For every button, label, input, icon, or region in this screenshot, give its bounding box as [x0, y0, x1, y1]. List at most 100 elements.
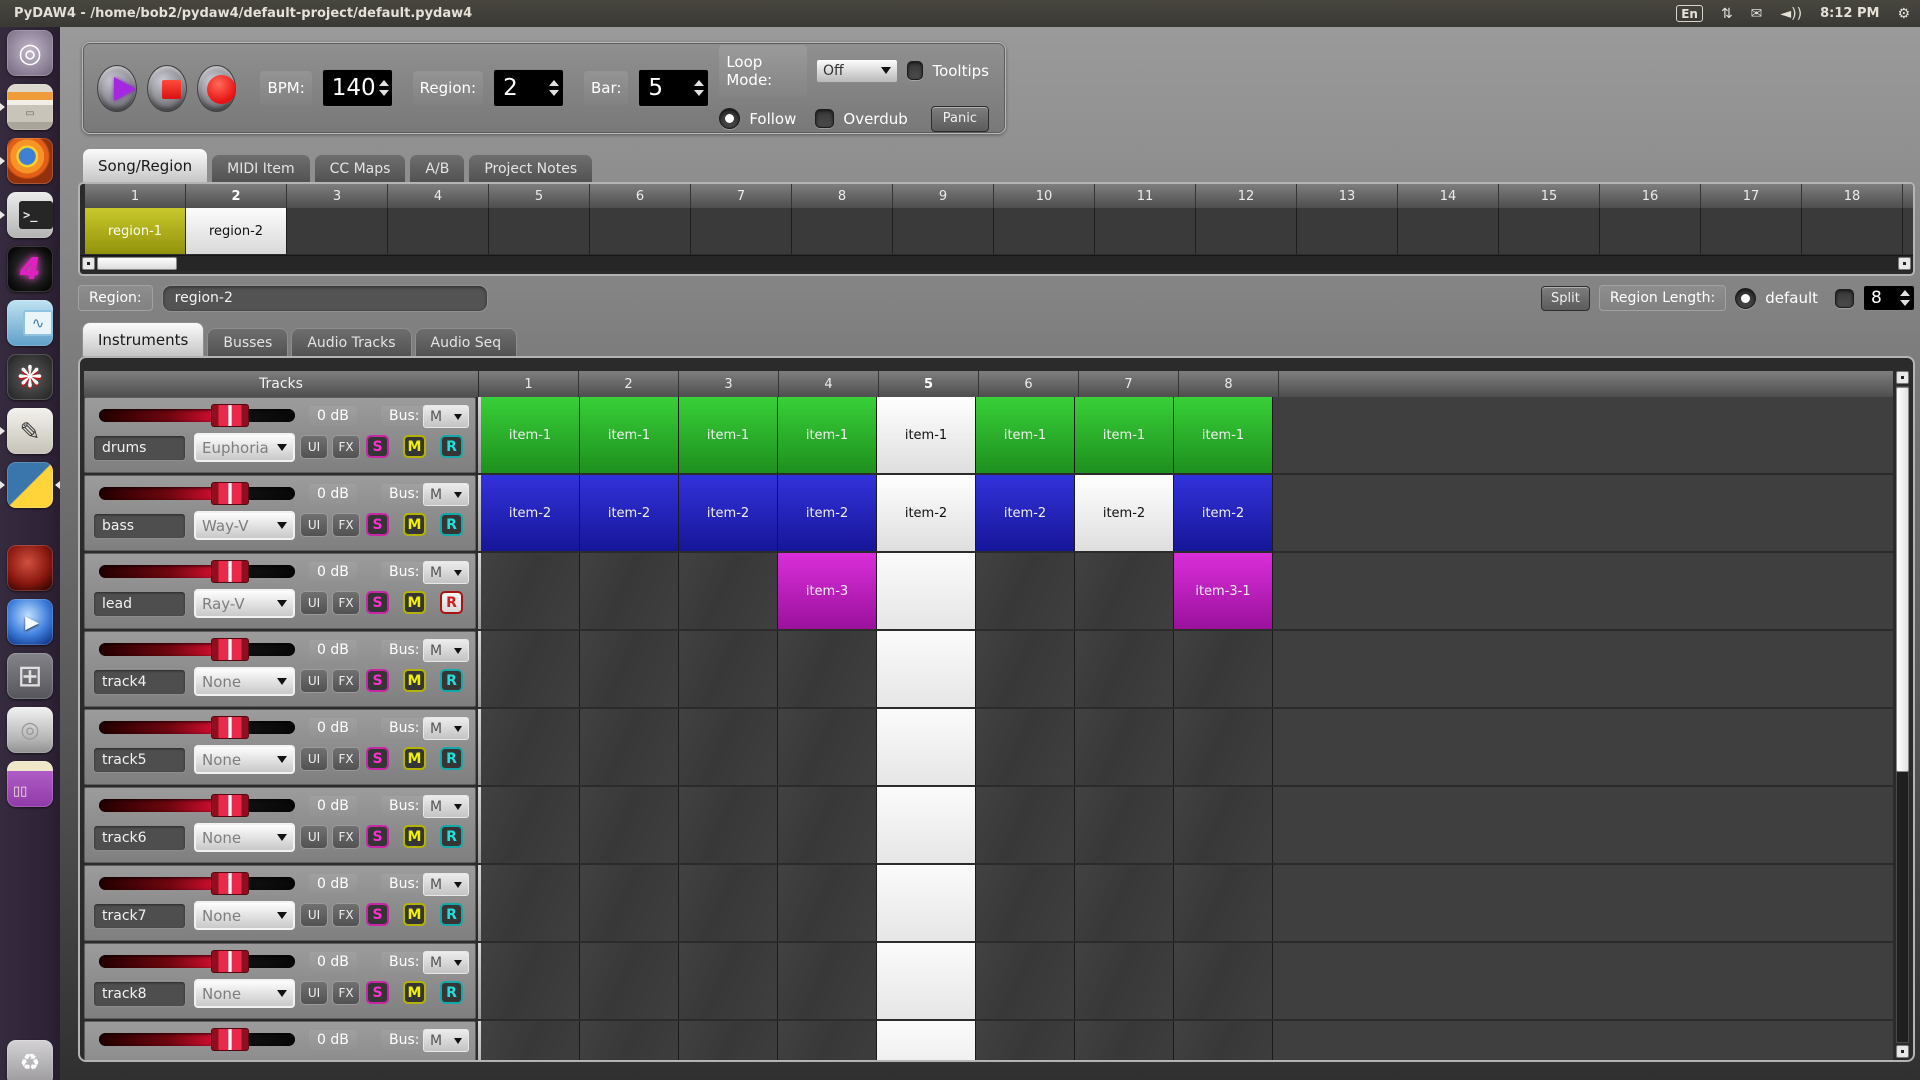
- timeline-empty-cell[interactable]: [287, 208, 388, 254]
- track-record-arm-button[interactable]: R: [440, 981, 463, 1004]
- timeline-empty-cell[interactable]: [1802, 208, 1903, 254]
- track-ui-button[interactable]: UI: [300, 669, 328, 693]
- grid-cell[interactable]: [976, 709, 1075, 785]
- grid-item-item-1[interactable]: item-1: [580, 397, 679, 473]
- launcher-icon-media-player[interactable]: ▶: [7, 599, 53, 645]
- track-ui-button[interactable]: UI: [300, 435, 328, 459]
- vscroll-thumb[interactable]: [1896, 387, 1909, 772]
- grid-cell[interactable]: [481, 553, 580, 629]
- grid-cell[interactable]: [976, 1021, 1075, 1060]
- launcher-icon-firefox[interactable]: [7, 138, 53, 184]
- grid-cell[interactable]: [877, 553, 976, 629]
- grid-cell[interactable]: [778, 631, 877, 707]
- track-mute-button[interactable]: M: [403, 435, 426, 458]
- slider-handle[interactable]: [211, 1028, 249, 1051]
- track-instrument-dropdown[interactable]: None: [194, 823, 295, 852]
- slider-handle[interactable]: [211, 404, 249, 427]
- tab-cc-maps[interactable]: CC Maps: [314, 154, 407, 182]
- timeline-empty-cell[interactable]: [1196, 208, 1297, 254]
- track-bus-dropdown[interactable]: M: [423, 561, 469, 584]
- slider-handle[interactable]: [211, 716, 249, 739]
- tab-project-notes[interactable]: Project Notes: [468, 154, 593, 182]
- grid-cell[interactable]: [778, 709, 877, 785]
- timeline-empty-cell[interactable]: [691, 208, 792, 254]
- track-solo-button[interactable]: S: [366, 903, 389, 926]
- track-bus-dropdown[interactable]: M: [423, 873, 469, 896]
- track-fx-button[interactable]: FX: [332, 903, 360, 927]
- track-fx-button[interactable]: FX: [332, 747, 360, 771]
- launcher-icon-audio-app[interactable]: [7, 545, 53, 591]
- grid-item-item-2[interactable]: item-2: [580, 475, 679, 551]
- track-name-field[interactable]: drums: [93, 435, 186, 461]
- keyboard-layout-indicator[interactable]: En: [1676, 5, 1703, 22]
- clock[interactable]: 8:12 PM: [1820, 6, 1879, 21]
- track-instrument-dropdown[interactable]: Ray-V: [194, 589, 295, 618]
- timeline-empty-cell[interactable]: [792, 208, 893, 254]
- track-volume-slider[interactable]: [99, 794, 295, 817]
- network-arrows-icon[interactable]: ⇅: [1721, 6, 1733, 22]
- track-volume-slider[interactable]: [99, 482, 295, 505]
- grid-cell[interactable]: [1075, 787, 1174, 863]
- track-ui-button[interactable]: UI: [300, 591, 328, 615]
- record-button[interactable]: [197, 65, 237, 112]
- grid-cell[interactable]: [481, 1021, 580, 1060]
- tab-audio-seq[interactable]: Audio Seq: [415, 328, 518, 356]
- launcher-icon-text-editor[interactable]: ✎: [7, 408, 53, 454]
- track-record-arm-button[interactable]: R: [440, 903, 463, 926]
- grid-cell[interactable]: [778, 1021, 877, 1060]
- grid-item-item-2[interactable]: item-2: [1174, 475, 1273, 551]
- grid-item-item-1[interactable]: item-1: [877, 397, 976, 473]
- track-bus-dropdown[interactable]: M: [423, 639, 469, 662]
- tab-a-b[interactable]: A/B: [409, 154, 465, 182]
- timeline-empty-cell[interactable]: [1600, 208, 1701, 254]
- grid-item-item-3-1[interactable]: item-3-1: [1174, 553, 1273, 629]
- tab-song-region[interactable]: Song/Region: [82, 148, 208, 182]
- track-solo-button[interactable]: S: [366, 591, 389, 614]
- grid-item-item-2[interactable]: item-2: [481, 475, 580, 551]
- track-volume-slider[interactable]: [99, 560, 295, 583]
- track-bus-dropdown[interactable]: M: [423, 405, 469, 428]
- grid-cell[interactable]: [877, 943, 976, 1019]
- track-volume-slider[interactable]: [99, 638, 295, 661]
- track-instrument-dropdown[interactable]: None: [194, 901, 295, 930]
- track-record-arm-button[interactable]: R: [440, 669, 463, 692]
- grid-cell[interactable]: [877, 631, 976, 707]
- grid-vscrollbar[interactable]: [1895, 371, 1911, 1058]
- grid-item-item-1[interactable]: item-1: [481, 397, 580, 473]
- track-ui-button[interactable]: UI: [300, 981, 328, 1005]
- grid-cell[interactable]: [1174, 709, 1273, 785]
- bar-spin-arrows[interactable]: [690, 70, 708, 106]
- timeline-region-region-2[interactable]: region-2: [186, 208, 287, 254]
- grid-cell[interactable]: [1174, 865, 1273, 941]
- tab-audio-tracks[interactable]: Audio Tracks: [291, 328, 411, 356]
- track-solo-button[interactable]: S: [366, 669, 389, 692]
- grid-cell[interactable]: [1075, 943, 1174, 1019]
- grid-item-item-2[interactable]: item-2: [1075, 475, 1174, 551]
- track-name-field[interactable]: bass: [93, 513, 186, 539]
- track-solo-button[interactable]: S: [366, 513, 389, 536]
- grid-item-item-3[interactable]: item-3: [778, 553, 877, 629]
- grid-cell[interactable]: [679, 631, 778, 707]
- grid-cell[interactable]: [1075, 865, 1174, 941]
- track-volume-slider[interactable]: [99, 404, 295, 427]
- timeline-empty-cell[interactable]: [1499, 208, 1600, 254]
- grid-cell[interactable]: [976, 631, 1075, 707]
- grid-cell[interactable]: [1174, 1021, 1273, 1060]
- launcher-icon-hard-disk[interactable]: ◎: [7, 707, 53, 753]
- grid-cell[interactable]: [1075, 553, 1174, 629]
- grid-cell[interactable]: [877, 1021, 976, 1060]
- scroll-down-button[interactable]: [1896, 1045, 1909, 1058]
- track-mute-button[interactable]: M: [403, 591, 426, 614]
- region-default-radio[interactable]: [1735, 288, 1756, 309]
- slider-handle[interactable]: [211, 560, 249, 583]
- track-solo-button[interactable]: S: [366, 981, 389, 1004]
- track-bus-dropdown[interactable]: M: [423, 1029, 469, 1052]
- grid-cell[interactable]: [778, 943, 877, 1019]
- grid-item-item-1[interactable]: item-1: [976, 397, 1075, 473]
- track-mute-button[interactable]: M: [403, 981, 426, 1004]
- track-mute-button[interactable]: M: [403, 747, 426, 770]
- bpm-spin-arrows[interactable]: [376, 70, 392, 106]
- grid-cell[interactable]: [976, 787, 1075, 863]
- track-volume-slider[interactable]: [99, 1028, 295, 1051]
- grid-cell[interactable]: [481, 865, 580, 941]
